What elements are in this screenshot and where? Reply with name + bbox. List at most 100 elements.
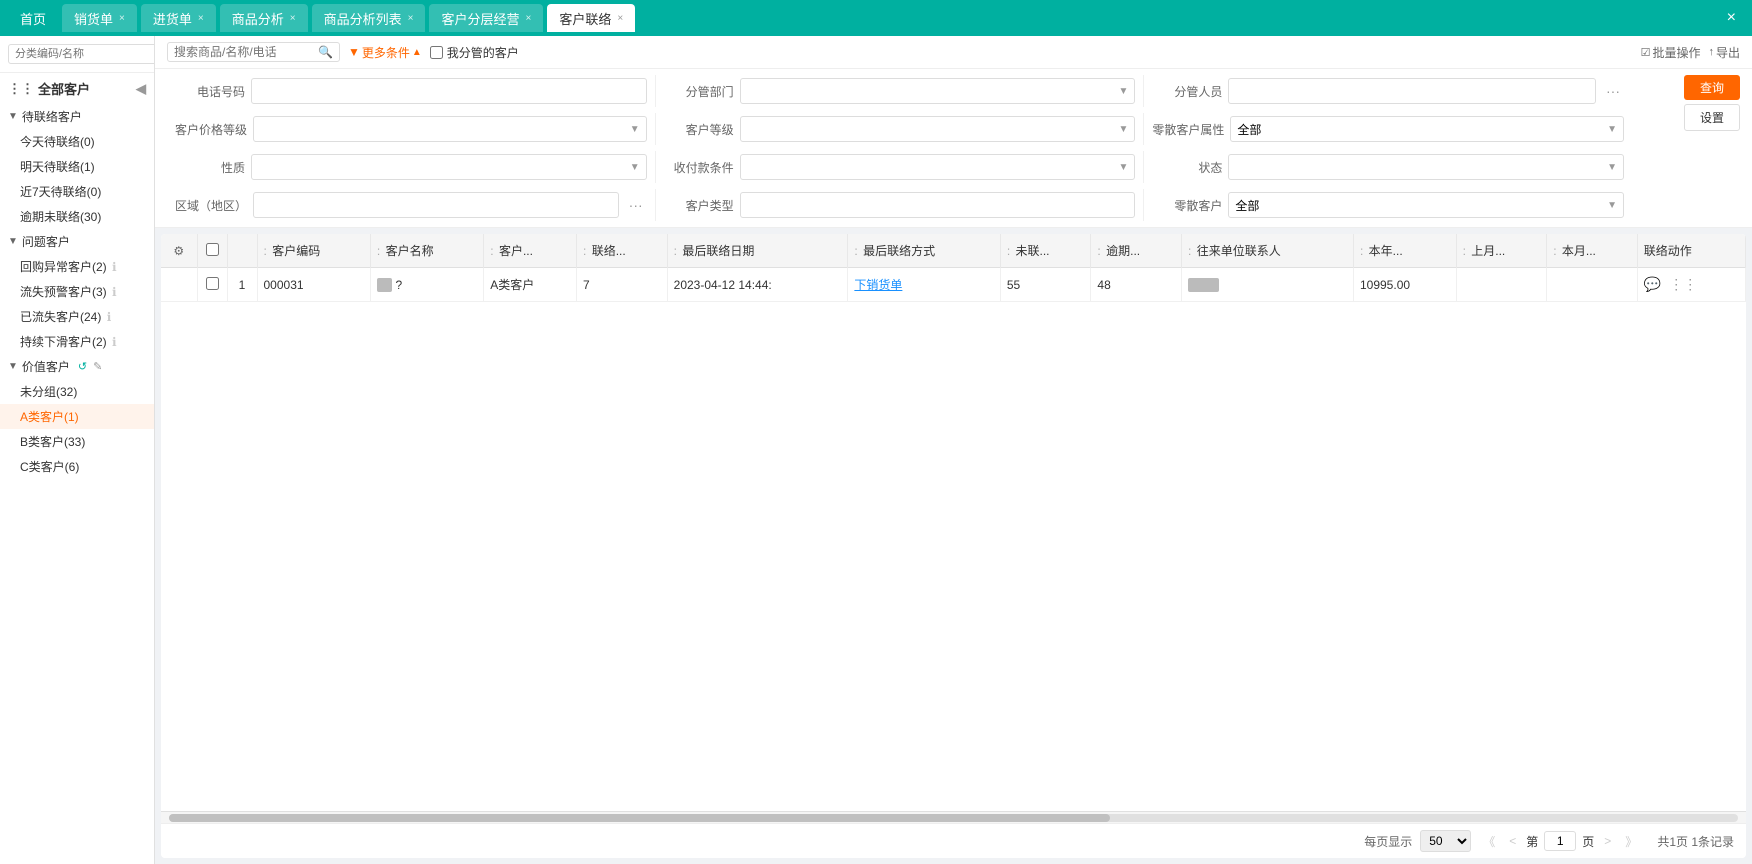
settings-button[interactable]: 设置 [1684,104,1740,131]
scroll-thumb[interactable] [169,814,1110,822]
sidebar-search-input[interactable] [8,44,155,64]
filter-nature-arrow: ▼ [630,162,640,173]
sidebar-item-ungraded[interactable]: 未分组(32) [0,379,154,404]
sidebar-item-today[interactable]: 今天待联络(0) [0,129,154,154]
batch-op-btn[interactable]: ☑ 批量操作 [1641,44,1701,61]
sidebar-group-contact[interactable]: ▼ 待联络客户 [0,104,154,129]
nav-tab-analysis-list[interactable]: 商品分析列表 × [312,4,426,32]
nav-close-sales[interactable]: × [119,13,125,24]
filter-price-level-select[interactable]: ▼ [253,116,647,142]
total-records-label: 共1页 1条记录 [1657,833,1734,850]
filter-region: 区域（地区） ··· [167,189,656,221]
filter-nature-select[interactable]: ▼ [251,154,647,180]
nav-close-analysis[interactable]: × [290,13,296,24]
more-conditions-label: 更多条件 [362,44,410,61]
filter-payment-select[interactable]: ▼ [740,154,1136,180]
sidebar-item-c-class[interactable]: C类客户(6) [0,454,154,479]
edit-icon[interactable]: ✎ [93,360,102,373]
sidebar-value-arrow: ▼ [8,361,18,372]
nav-close-customer-contact[interactable]: × [617,13,623,24]
nav-tab-sales[interactable]: 销货单 × [62,4,137,32]
nav-tab-customer-segment[interactable]: 客户分层经营 × [429,4,543,32]
sidebar-group-value[interactable]: ▼ 价值客户 ↺ ✎ [0,354,154,379]
sidebar-item-a-class-label: A类客户(1) [20,410,79,424]
th-last-month[interactable]: 上月... [1456,234,1547,268]
last-page-btn[interactable]: 》 [1621,831,1641,852]
sidebar-item-a-class[interactable]: A类客户(1) [0,404,154,429]
th-no-contact[interactable]: 未联... [1000,234,1091,268]
nav-tab-home[interactable]: 首页 [8,4,58,32]
th-this-year[interactable]: 本年... [1353,234,1456,268]
sidebar-item-7days[interactable]: 近7天待联络(0) [0,179,154,204]
sidebar-item-overdue[interactable]: 逾期未联络(30) [0,204,154,229]
filter-region-select[interactable] [253,192,619,218]
data-table: ⚙ 客户编码 客户名称 [161,234,1746,302]
horizontal-scrollbar[interactable] [161,811,1746,823]
filter-customer-type-select[interactable] [740,192,1136,218]
export-btn[interactable]: ↑ 导出 [1708,44,1740,61]
action-message-icon[interactable]: 💬 [1644,276,1661,293]
th-last-contact-method[interactable]: 最后联络方式 [848,234,1000,268]
th-unit-contacts[interactable]: 往来单位联系人 [1182,234,1354,268]
th-contact[interactable]: 联络... [577,234,668,268]
action-more-icon[interactable]: ⋮⋮ [1669,276,1697,293]
filter-retail-select[interactable]: 全部 ▼ [1228,192,1624,218]
th-code[interactable]: 客户编码 [257,234,370,268]
next-page-btn[interactable]: > [1600,832,1615,850]
th-overdue[interactable]: 逾期... [1091,234,1182,268]
query-button[interactable]: 查询 [1684,75,1740,100]
th-name[interactable]: 客户名称 [370,234,483,268]
sidebar-item-churn-warn[interactable]: 流失预警客户(3) ℹ [0,279,154,304]
adv-filter-row2: 客户价格等级 ▼ 客户等级 ▼ 零散客户属性 [167,113,1632,145]
sidebar-item-declining[interactable]: 持续下滑客户(2) ℹ [0,329,154,354]
sidebar-item-churned[interactable]: 已流失客户(24) ℹ [0,304,154,329]
search-input[interactable] [174,45,314,59]
my-customers-checkbox[interactable] [430,46,443,59]
refresh-icon[interactable]: ↺ [78,360,87,373]
filter-region-dots[interactable]: ··· [625,197,647,213]
page-size-select[interactable]: 50 100 200 [1420,830,1471,852]
nav-tab-analysis[interactable]: 商品分析 × [220,4,308,32]
th-name-label: 客户名称 [386,244,434,258]
filter-manager-select[interactable] [1228,78,1596,104]
sidebar-group-problem[interactable]: ▼ 问题客户 [0,229,154,254]
prev-page-btn[interactable]: < [1505,832,1520,850]
th-this-month[interactable]: 本月... [1547,234,1638,268]
sidebar-all-customers[interactable]: ⋮⋮ 全部客户 ◀ [0,73,154,104]
filter-retail-arrow: ▼ [1607,200,1617,211]
sidebar-item-b-class[interactable]: B类客户(33) [0,429,154,454]
nav-tab-customer-contact[interactable]: 客户联络 × [547,4,635,32]
nav-close-purchase[interactable]: × [198,13,204,24]
th-settings[interactable]: ⚙ [161,234,197,268]
page-size-label: 每页显示 [1364,833,1412,850]
filter-manager: 分管人员 ··· [1144,75,1632,107]
th-category[interactable]: 客户... [484,234,577,268]
page-num-input[interactable] [1544,831,1576,851]
nav-close-analysis-list[interactable]: × [408,13,414,24]
search-icon[interactable]: 🔍 [318,45,333,59]
filter-dept-select[interactable]: ▼ [740,78,1136,104]
sidebar-item-tomorrow[interactable]: 明天待联络(1) [0,154,154,179]
nav-tab-purchase[interactable]: 进货单 × [141,4,216,32]
nav-analysis-label: 商品分析 [232,9,284,28]
settings-gear-icon[interactable]: ⚙ [173,244,184,258]
filter-manager-dots[interactable]: ··· [1602,83,1624,99]
sidebar-item-repurchase[interactable]: 回购异常客户(2) ℹ [0,254,154,279]
filter-phone-input[interactable] [251,78,647,104]
info-icon-churn-warn: ℹ [112,285,117,299]
filter-status-select[interactable]: ▼ [1228,154,1624,180]
nav-close-all[interactable]: × [1719,9,1744,27]
filter-retail-attr-arrow: ▼ [1607,124,1617,135]
select-all-checkbox[interactable] [206,243,219,256]
row-checkbox[interactable] [206,277,219,290]
filter-customer-level-select[interactable]: ▼ [740,116,1136,142]
td-settings [161,268,197,302]
nav-close-customer-segment[interactable]: × [525,13,531,24]
first-page-btn[interactable]: 《 [1479,831,1499,852]
th-last-contact-date[interactable]: 最后联络日期 [667,234,848,268]
more-conditions-btn[interactable]: ▼ 更多条件 ▲ [348,44,422,61]
last-contact-method[interactable]: 下销货单 [854,278,902,292]
sidebar-collapse-icon[interactable]: ◀ [136,81,146,97]
filter-retail-attr-select[interactable]: 全部 ▼ [1230,116,1624,142]
filter-payment-label: 收付款条件 [664,159,734,176]
